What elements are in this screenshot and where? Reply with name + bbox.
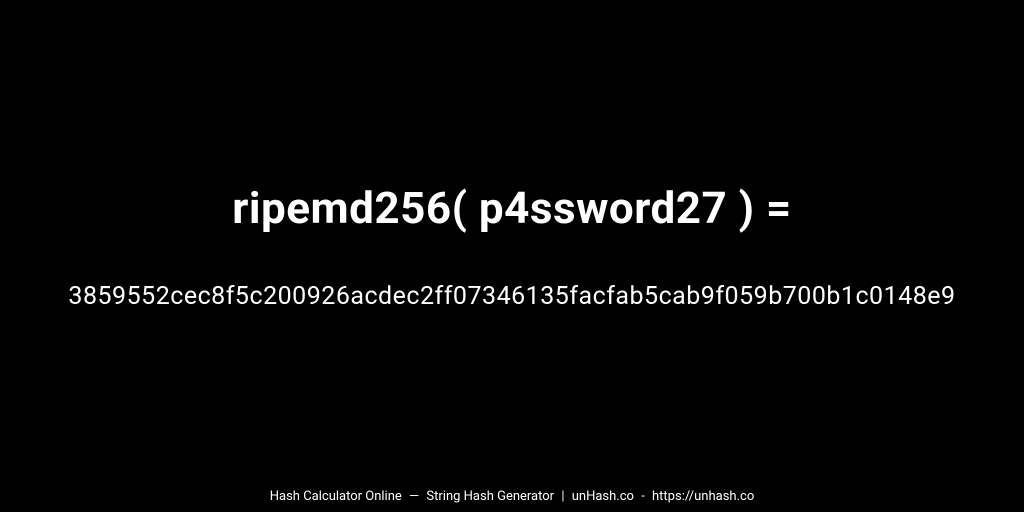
footer-separator-pipe: | [561, 489, 564, 504]
footer-separator-hyphen: - [641, 489, 645, 504]
footer-site-url: https://unhash.co [652, 489, 754, 504]
footer-separator-dash: — [409, 489, 419, 504]
footer: Hash Calculator Online — String Hash Gen… [0, 489, 1024, 504]
hash-expression-title: ripemd256( p4ssword27 ) = [232, 182, 792, 234]
footer-text-calculator: Hash Calculator Online [270, 489, 402, 504]
footer-text-generator: String Hash Generator [426, 489, 554, 504]
main-content: ripemd256( p4ssword27 ) = 3859552cec8f5c… [0, 0, 1024, 512]
hash-output-value: 3859552cec8f5c200926acdec2ff07346135facf… [68, 282, 955, 311]
footer-site-name: unHash.co [572, 489, 634, 504]
